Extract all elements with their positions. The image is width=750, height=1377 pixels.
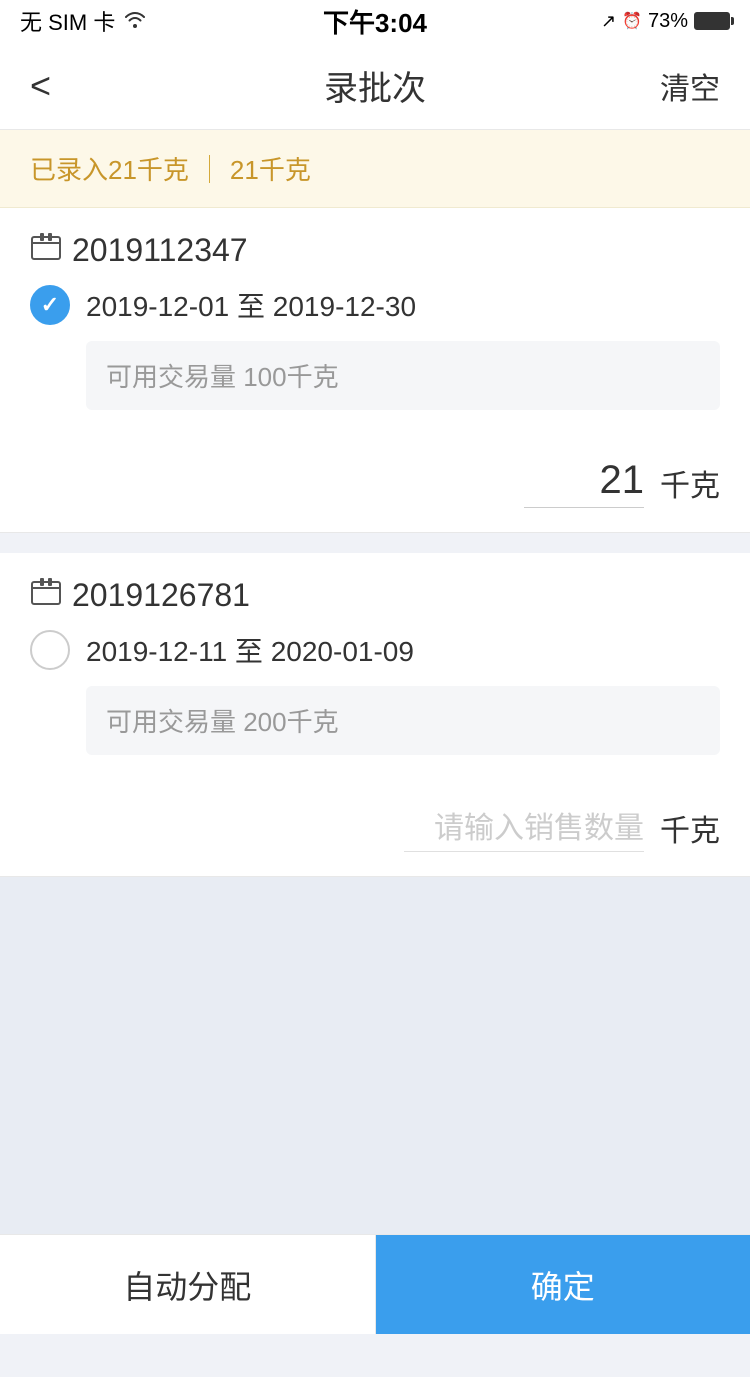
empty-area: [0, 877, 750, 1277]
auto-distribute-button[interactable]: 自动分配: [0, 1235, 376, 1334]
batch-2-placeholder: 请输入销售数量: [434, 812, 644, 845]
batch-2-date: 2019-12-11 至 2020-01-09: [86, 630, 414, 670]
card-divider: [0, 533, 750, 553]
carrier-text: 无 SIM 卡: [20, 5, 115, 37]
status-left: 无 SIM 卡: [20, 5, 147, 37]
batch-2-unit: 千克: [660, 806, 720, 850]
batch-2-input-row[interactable]: 请输入销售数量 千克: [0, 779, 750, 877]
wifi-icon: [123, 8, 147, 34]
batch-1-unit: 千克: [660, 461, 720, 505]
alarm-icon: ⏰: [622, 11, 642, 31]
battery-percent: 73%: [648, 10, 688, 33]
batch-1-input-underline[interactable]: 21: [524, 458, 644, 508]
batch-2-quantity-row: 可用交易量 200千克: [86, 686, 720, 755]
batch-1-radio[interactable]: [30, 285, 70, 325]
batch-1-input-value: 21: [600, 458, 645, 502]
bottom-bar: 自动分配 确定: [0, 1234, 750, 1334]
batch-card-1: 2019112347 2019-12-01 至 2019-12-30 可用交易量…: [0, 208, 750, 434]
batch-2-header: 2019126781: [30, 577, 720, 614]
battery-icon: [694, 12, 730, 30]
status-right: ↗ ⏰ 73%: [601, 10, 730, 33]
recorded-label: 已录入21千克: [30, 150, 189, 187]
info-banner: 已录入21千克 21千克: [0, 130, 750, 208]
nav-bar: < 录批次 清空: [0, 42, 750, 130]
confirm-button[interactable]: 确定: [376, 1235, 750, 1334]
batch-2-number: 2019126781: [72, 577, 250, 614]
page-title: 录批次: [324, 61, 426, 110]
batch-1-date: 2019-12-01 至 2019-12-30: [86, 285, 416, 325]
batch-card-2: 2019126781 2019-12-11 至 2020-01-09 可用交易量…: [0, 553, 750, 779]
location-icon: ↗: [601, 11, 616, 32]
clear-button[interactable]: 清空: [660, 64, 720, 108]
recorded-value: 21千克: [230, 150, 311, 187]
status-bar: 无 SIM 卡 下午3:04 ↗ ⏰ 73%: [0, 0, 750, 42]
status-time: 下午3:04: [323, 3, 427, 40]
batch-2-date-row[interactable]: 2019-12-11 至 2020-01-09: [30, 630, 720, 670]
batch-1-quantity-row: 可用交易量 100千克: [86, 341, 720, 410]
batch-1-number: 2019112347: [72, 232, 248, 269]
banner-divider: [209, 155, 210, 183]
batch-2-radio[interactable]: [30, 630, 70, 670]
batch-2-icon: [30, 578, 62, 614]
batch-1-date-row[interactable]: 2019-12-01 至 2019-12-30: [30, 285, 720, 325]
batch-1-quantity-label: 可用交易量 100千克: [106, 362, 339, 392]
batch-1-header: 2019112347: [30, 232, 720, 269]
batch-1-input-row[interactable]: 21 千克: [0, 434, 750, 533]
batch-1-icon: [30, 233, 62, 269]
back-button[interactable]: <: [30, 65, 51, 107]
main-content: 2019112347 2019-12-01 至 2019-12-30 可用交易量…: [0, 208, 750, 1377]
batch-2-input-underline[interactable]: 请输入销售数量: [404, 803, 644, 852]
batch-2-quantity-label: 可用交易量 200千克: [106, 707, 339, 737]
